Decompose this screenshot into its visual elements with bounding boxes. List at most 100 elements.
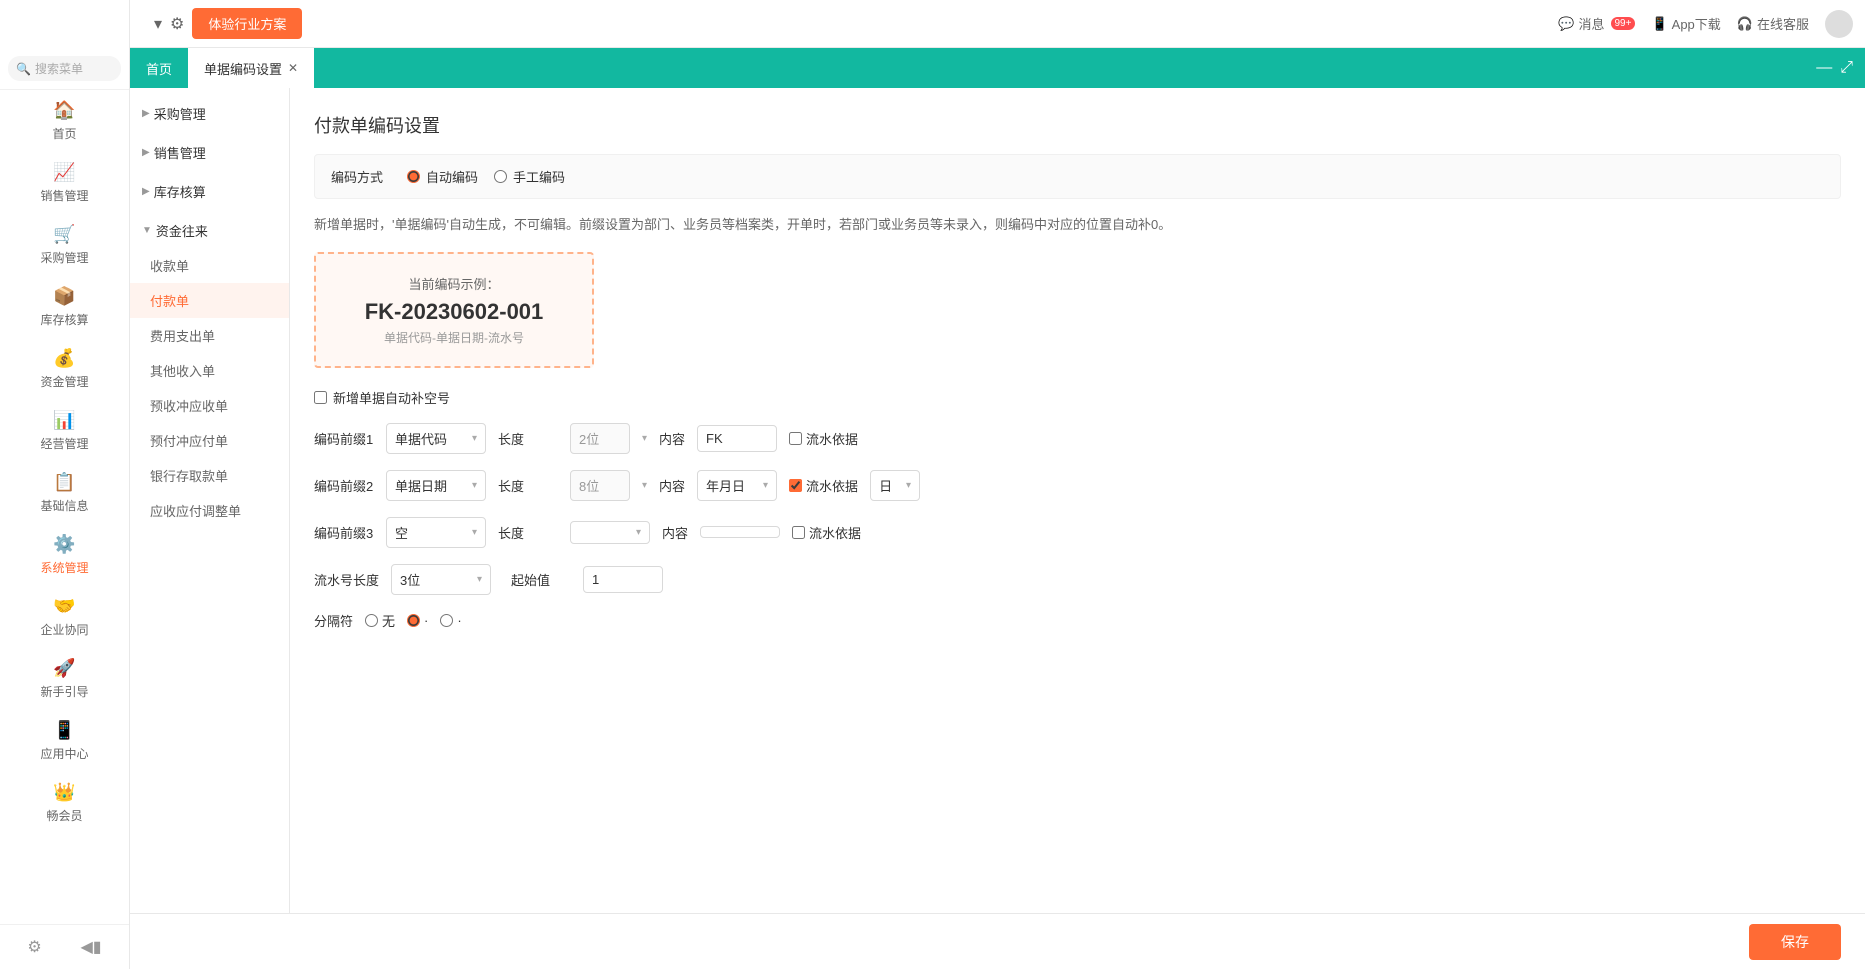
prefix-label-1: 编码前缀1 xyxy=(314,429,374,448)
operations-icon: 📊 xyxy=(53,410,75,431)
sep-none-radio[interactable] xyxy=(365,614,378,627)
sep-dot-option[interactable]: · xyxy=(407,613,428,628)
content-value-1: FK xyxy=(697,425,777,452)
sidebar-item-guide[interactable]: 🚀 新手引导 xyxy=(0,648,129,710)
sep-dot-radio[interactable] xyxy=(407,614,420,627)
preview-box: 当前编码示例： FK-20230602-001 单据代码-单据日期-流水号 xyxy=(314,252,594,368)
message-badge: 99+ xyxy=(1611,17,1636,30)
tab-home-label: 首页 xyxy=(146,59,172,78)
prefix-select-3[interactable]: 空 ▾ xyxy=(386,517,486,548)
chevron-right-inventory: ▶ xyxy=(142,186,150,197)
sidebar-item-operations[interactable]: 📊 经营管理 xyxy=(0,400,129,462)
length-select-3[interactable]: ▾ xyxy=(570,521,650,544)
sidebar-item-purchase[interactable]: 🛒 采购管理 xyxy=(0,214,129,276)
sidebar-item-home-label: 首页 xyxy=(52,125,76,142)
chevron-right-purchase: ▶ xyxy=(142,108,150,119)
sidebar-search[interactable]: 🔍 搜索菜单 xyxy=(0,48,129,90)
sep-dash-radio[interactable] xyxy=(440,614,453,627)
auto-encode-radio[interactable] xyxy=(407,170,420,183)
length-input-2: 8位 xyxy=(570,470,630,501)
sub-sidebar-item-receipt[interactable]: 收款单 xyxy=(130,248,289,283)
message-item[interactable]: 💬 消息 99+ xyxy=(1558,14,1635,33)
main-layout: ▶ 采购管理 ▶ 销售管理 ▶ 库存核算 ▼ 资金往来 收款单 付款单 费用支出… xyxy=(130,88,1865,969)
sub-sidebar-item-payment[interactable]: 付款单 xyxy=(130,283,289,318)
manual-encode-radio[interactable] xyxy=(494,170,507,183)
search-icon: 🔍 xyxy=(16,62,31,76)
tab-encoding-close[interactable]: ✕ xyxy=(288,61,298,75)
sidebar-settings-icon[interactable]: ⚙ xyxy=(23,933,45,961)
top-bar-controls: ▾ ⚙ 体验行业方案 xyxy=(154,8,302,39)
auto-fill-checkbox[interactable] xyxy=(314,391,327,404)
home-icon: 🏠 xyxy=(53,100,75,121)
prefix-select-1-arrow: ▾ xyxy=(472,433,477,444)
start-value-input[interactable]: 1 xyxy=(583,566,663,593)
sub-sidebar-header-sales[interactable]: ▶ 销售管理 xyxy=(130,135,289,170)
prefix-label-2: 编码前缀2 xyxy=(314,476,374,495)
sidebar-collapse-icon[interactable]: ◀▮ xyxy=(76,933,105,961)
length-label-2: 长度 xyxy=(498,476,558,495)
water-checkbox-1[interactable] xyxy=(789,432,802,445)
sep-dash-option[interactable]: · xyxy=(440,613,461,628)
water-day-select[interactable]: 日 ▾ xyxy=(870,470,920,501)
prefix-select-2[interactable]: 单据日期 ▾ xyxy=(386,470,486,501)
content-select-2[interactable]: 年月日 ▾ xyxy=(697,470,777,501)
sidebar-item-sales[interactable]: 📈 销售管理 xyxy=(0,152,129,214)
sub-sidebar-inventory-label: 库存核算 xyxy=(154,182,206,201)
search-placeholder: 搜索菜单 xyxy=(35,60,83,77)
sidebar-item-sales-label: 销售管理 xyxy=(40,187,88,204)
finance-icon: 💰 xyxy=(53,348,75,369)
water-checkbox-3[interactable] xyxy=(792,526,805,539)
prefix-select-1[interactable]: 单据代码 ▾ xyxy=(386,423,486,454)
user-avatar[interactable] xyxy=(1825,10,1853,38)
tab-minimize-icon[interactable]: — xyxy=(1816,59,1832,77)
manual-encode-option[interactable]: 手工编码 xyxy=(494,167,565,186)
settings-icon[interactable]: ⚙ xyxy=(170,14,184,34)
sub-sidebar-item-pre-payment[interactable]: 预付冲应付单 xyxy=(130,423,289,458)
sidebar-item-basics-label: 基础信息 xyxy=(40,497,88,514)
tab-maximize-icon[interactable]: ⤢ xyxy=(1840,59,1853,77)
sidebar-item-home[interactable]: 🏠 首页 xyxy=(0,90,129,152)
app-download-item[interactable]: 📱 App下载 xyxy=(1651,14,1720,33)
sub-sidebar-header-capital[interactable]: ▼ 资金往来 xyxy=(130,213,289,248)
dropdown-arrow[interactable]: ▾ xyxy=(154,14,162,34)
sub-sidebar-item-pre-receipt[interactable]: 预收冲应收单 xyxy=(130,388,289,423)
sidebar-item-basics[interactable]: 📋 基础信息 xyxy=(0,462,129,524)
prefix-row-2: 编码前缀2 单据日期 ▾ 长度 8位 ▾ 内容 年月日 ▾ 流水依据 日 ▾ xyxy=(314,470,1841,501)
sub-sidebar-item-adjustment[interactable]: 应收应付调整单 xyxy=(130,493,289,528)
online-service-item[interactable]: 🎧 在线客服 xyxy=(1737,14,1809,33)
apps-icon: 📱 xyxy=(53,720,75,741)
experience-btn[interactable]: 体验行业方案 xyxy=(192,8,302,39)
auto-encode-option[interactable]: 自动编码 xyxy=(407,167,478,186)
chevron-right-sales: ▶ xyxy=(142,147,150,158)
tab-encoding[interactable]: 单据编码设置 ✕ xyxy=(188,48,314,88)
sub-sidebar-item-other-income[interactable]: 其他收入单 xyxy=(130,353,289,388)
sub-sidebar-item-bank[interactable]: 银行存取款单 xyxy=(130,458,289,493)
sep-none-option[interactable]: 无 xyxy=(365,611,395,630)
separator-radio-group: 无 · · xyxy=(365,611,462,630)
info-text: 新增单据时，'单据编码'自动生成，不可编辑。前缀设置为部门、业务员等档案类，开单… xyxy=(314,215,1841,236)
tab-home[interactable]: 首页 xyxy=(130,48,188,88)
water-checkbox-2[interactable] xyxy=(789,479,802,492)
sidebar-item-member[interactable]: 👑 畅会员 xyxy=(0,772,129,834)
water-check-3[interactable]: 流水依据 xyxy=(792,523,861,542)
sub-sidebar: ▶ 采购管理 ▶ 销售管理 ▶ 库存核算 ▼ 资金往来 收款单 付款单 费用支出… xyxy=(130,88,290,969)
manual-encode-label: 手工编码 xyxy=(513,167,565,186)
sidebar-item-system[interactable]: ⚙️ 系统管理 xyxy=(0,524,129,586)
serial-length-select[interactable]: 3位 ▾ xyxy=(391,564,491,595)
water-check-1[interactable]: 流水依据 xyxy=(789,429,858,448)
sub-sidebar-item-expense[interactable]: 费用支出单 xyxy=(130,318,289,353)
sidebar-item-inventory[interactable]: 📦 库存核算 xyxy=(0,276,129,338)
water-check-2[interactable]: 流水依据 xyxy=(789,476,858,495)
sidebar-item-apps[interactable]: 📱 应用中心 xyxy=(0,710,129,772)
prefix-select-3-arrow: ▾ xyxy=(472,527,477,538)
sidebar-item-member-label: 畅会员 xyxy=(46,807,82,824)
sidebar-item-finance[interactable]: 💰 资金管理 xyxy=(0,338,129,400)
length-arrow-2: ▾ xyxy=(642,480,647,491)
save-button[interactable]: 保存 xyxy=(1749,924,1841,960)
sidebar-item-enterprise[interactable]: 🤝 企业协同 xyxy=(0,586,129,648)
sub-sidebar-header-inventory[interactable]: ▶ 库存核算 xyxy=(130,174,289,209)
sub-sidebar-header-purchase[interactable]: ▶ 采购管理 xyxy=(130,96,289,131)
length-arrow-1: ▾ xyxy=(642,433,647,444)
sidebar-item-apps-label: 应用中心 xyxy=(40,745,88,762)
auto-encode-label: 自动编码 xyxy=(426,167,478,186)
